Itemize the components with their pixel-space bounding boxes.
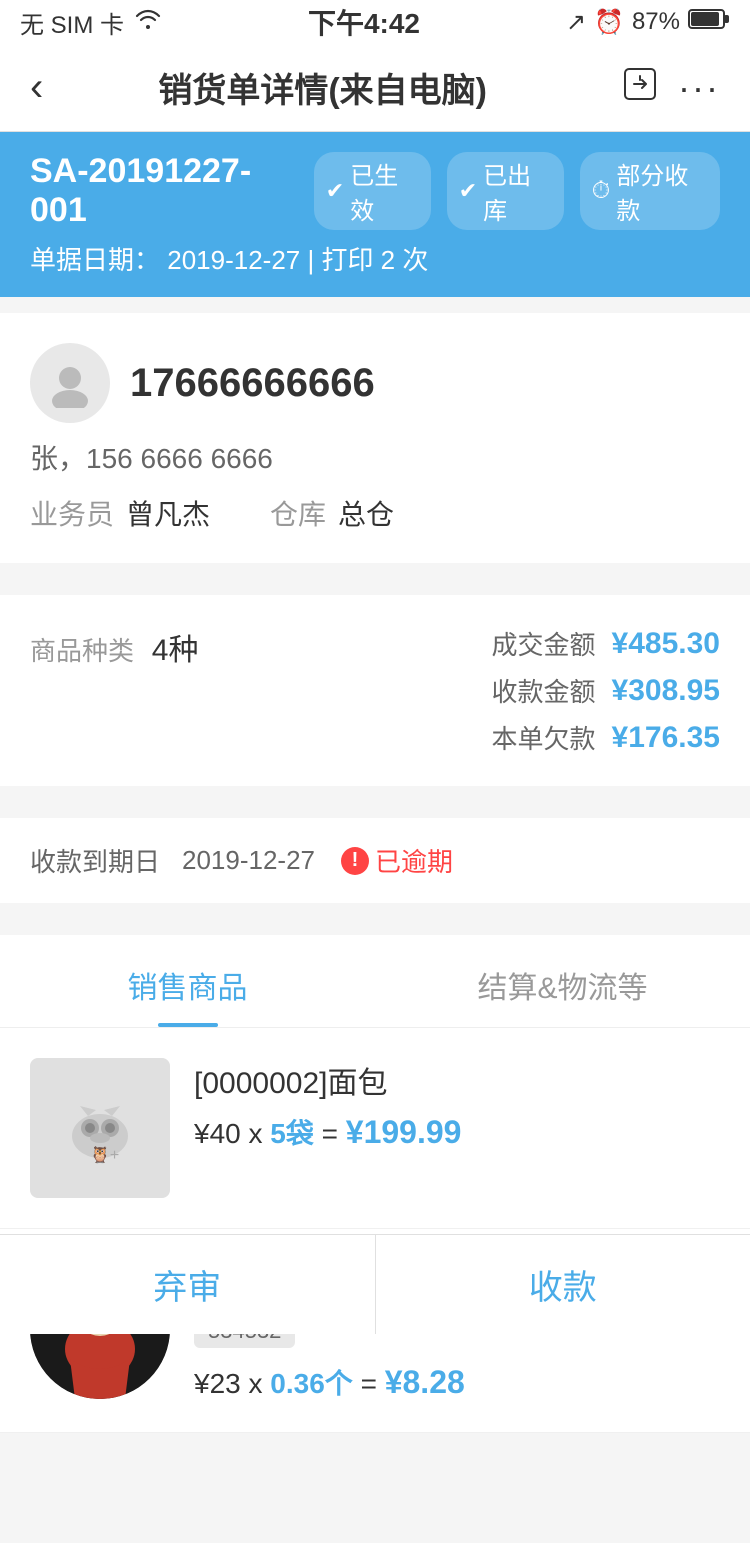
status-badge-shipped: ✔ 已出库 — [447, 152, 564, 230]
stats-left: 商品种类 4种 — [30, 625, 198, 669]
divider-1 — [0, 563, 750, 579]
divider-3 — [0, 903, 750, 919]
check-icon-1: ✔ — [326, 178, 344, 204]
tab-products[interactable]: 销售商品 — [0, 935, 375, 1027]
product-type-label: 商品种类 — [30, 636, 134, 666]
owed-amount-item: 本单欠款 ¥176.35 — [492, 719, 720, 756]
owed-amount-value: ¥176.35 — [612, 721, 720, 755]
status-time: 下午4:42 — [308, 2, 420, 42]
products-section: 🦉+ [0000002]面包 ¥40 x 5袋 = ¥199.99 — [0, 1028, 750, 1433]
divider-2 — [0, 786, 750, 802]
sim-status: 无 SIM 卡 — [20, 5, 124, 40]
location-icon: ↗ — [566, 8, 586, 37]
product-info-1: [0000002]面包 ¥40 x 5袋 = ¥199.99 — [194, 1058, 720, 1152]
order-banner: SA-20191227-001 ✔ 已生效 ✔ 已出库 ⏱ 部分收款 单据日期：… — [0, 132, 750, 297]
owed-amount-label: 本单欠款 — [492, 719, 596, 756]
clock-icon: ⏱ — [592, 177, 611, 205]
product-total-2: ¥8.28 — [385, 1364, 465, 1400]
bottom-bar: 弃审 收款 — [0, 1234, 750, 1334]
tab-settlement[interactable]: 结算&物流等 — [375, 935, 750, 1027]
sales-rep-label: 业务员 — [30, 493, 114, 533]
nav-actions: ··· — [622, 66, 720, 110]
battery-icon — [688, 8, 730, 37]
stats-right: 成交金额 ¥485.30 收款金额 ¥308.95 本单欠款 ¥176.35 — [492, 625, 720, 756]
nav-bar: ‹ 销货单详情(来自电脑) ··· — [0, 44, 750, 132]
sales-rep-value: 曾凡杰 — [126, 493, 210, 533]
customer-meta: 业务员 曾凡杰 仓库 总仓 — [30, 493, 720, 533]
page-title: 销货单详情(来自电脑) — [23, 63, 622, 112]
check-icon-2: ✔ — [459, 178, 477, 204]
tabs-section: 销售商品 结算&物流等 — [0, 935, 750, 1028]
due-date-section: 收款到期日 2019-12-27 ! 已逾期 — [0, 818, 750, 903]
warehouse-item: 仓库 总仓 — [270, 493, 394, 533]
received-amount-value: ¥308.95 — [612, 674, 720, 708]
due-date-label: 收款到期日 — [30, 842, 160, 879]
customer-section: 17666666666 张，156 6666 6666 业务员 曾凡杰 仓库 总… — [0, 313, 750, 563]
product-item-1: 🦉+ [0000002]面包 ¥40 x 5袋 = ¥199.99 — [0, 1028, 750, 1229]
share-icon[interactable] — [622, 66, 658, 110]
confirm-button[interactable]: 收款 — [376, 1235, 750, 1334]
overdue-badge: ! 已逾期 — [341, 842, 453, 879]
alarm-icon: ⏰ — [594, 8, 624, 37]
product-price-1: ¥40 x 5袋 = ¥199.99 — [194, 1112, 720, 1152]
status-bar: 无 SIM 卡 下午4:42 ↗ ⏰ 87% — [0, 0, 750, 44]
wifi-icon — [134, 8, 162, 36]
received-amount-label: 收款金额 — [492, 672, 596, 709]
product-price-2: ¥23 x 0.36个 = ¥8.28 — [194, 1362, 720, 1402]
customer-id: 17666666666 — [130, 361, 375, 406]
stats-section: 商品种类 4种 成交金额 ¥485.30 收款金额 ¥308.95 本单欠款 ¥… — [0, 595, 750, 786]
product-placeholder-1: 🦉+ — [30, 1058, 170, 1198]
more-icon[interactable]: ··· — [678, 67, 720, 109]
product-qty-2: 0.36个 — [270, 1368, 353, 1399]
status-right: ↗ ⏰ 87% — [566, 8, 730, 37]
product-name-1: [0000002]面包 — [194, 1058, 720, 1102]
due-date-value: 2019-12-27 — [182, 845, 315, 876]
overdue-dot-icon: ! — [341, 847, 369, 875]
warehouse-value: 总仓 — [338, 493, 394, 533]
warehouse-label: 仓库 — [270, 493, 326, 533]
product-thumb-1: 🦉+ — [30, 1058, 170, 1198]
deal-amount-label: 成交金额 — [492, 625, 596, 662]
product-type-value: 4种 — [152, 634, 199, 667]
svg-text:🦉+: 🦉+ — [90, 1146, 119, 1164]
customer-phone: 张，156 6666 6666 — [30, 437, 720, 477]
sales-rep-item: 业务员 曾凡杰 — [30, 493, 210, 533]
status-left: 无 SIM 卡 — [20, 5, 162, 40]
deal-amount-value: ¥485.30 — [612, 627, 720, 661]
battery-level: 87% — [632, 8, 680, 36]
cancel-button[interactable]: 弃审 — [0, 1235, 376, 1334]
product-total-1: ¥199.99 — [346, 1114, 462, 1150]
order-id: SA-20191227-001 — [30, 152, 298, 230]
product-qty-1: 5袋 — [270, 1118, 314, 1149]
tabs-row: 销售商品 结算&物流等 — [0, 935, 750, 1028]
received-amount-item: 收款金额 ¥308.95 — [492, 672, 720, 709]
deal-amount-item: 成交金额 ¥485.30 — [492, 625, 720, 662]
overdue-text: 已逾期 — [375, 842, 453, 879]
customer-avatar — [30, 343, 110, 423]
bottom-spacer — [0, 1433, 750, 1543]
order-date-info: 单据日期： 2019-12-27 | 打印 2 次 — [30, 240, 720, 277]
status-badge-partial: ⏱ 部分收款 — [580, 152, 720, 230]
status-badge-effective: ✔ 已生效 — [314, 152, 431, 230]
